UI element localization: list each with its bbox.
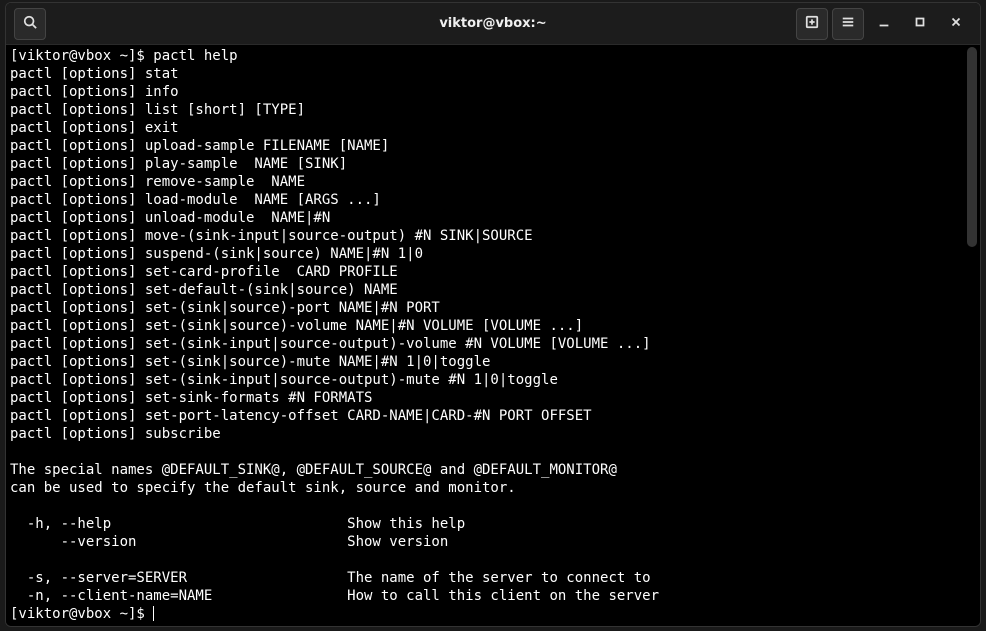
text-cursor (153, 606, 154, 621)
maximize-button[interactable] (904, 8, 936, 40)
terminal-window: viktor@vbox:~ [viktor@vb (5, 2, 981, 627)
terminal-content[interactable]: [viktor@vbox ~]$ pactl help pactl [optio… (6, 45, 980, 626)
minimize-button[interactable] (868, 8, 900, 40)
prompt: [viktor@vbox ~]$ (10, 606, 153, 622)
prompt: [viktor@vbox ~]$ (10, 48, 153, 64)
entered-command: pactl help (153, 48, 237, 64)
new-tab-button[interactable] (796, 8, 828, 40)
maximize-icon (913, 14, 927, 33)
search-icon (23, 14, 37, 33)
menu-button[interactable] (832, 8, 864, 40)
close-button[interactable] (940, 8, 972, 40)
new-tab-icon (805, 14, 819, 33)
scrollbar[interactable] (967, 47, 977, 623)
scrollbar-thumb[interactable] (967, 47, 977, 247)
hamburger-icon (841, 14, 855, 33)
close-icon (949, 14, 963, 33)
command-output: pactl [options] stat pactl [options] inf… (10, 66, 659, 604)
titlebar: viktor@vbox:~ (6, 3, 980, 45)
search-button[interactable] (14, 8, 46, 40)
minimize-icon (877, 14, 891, 33)
